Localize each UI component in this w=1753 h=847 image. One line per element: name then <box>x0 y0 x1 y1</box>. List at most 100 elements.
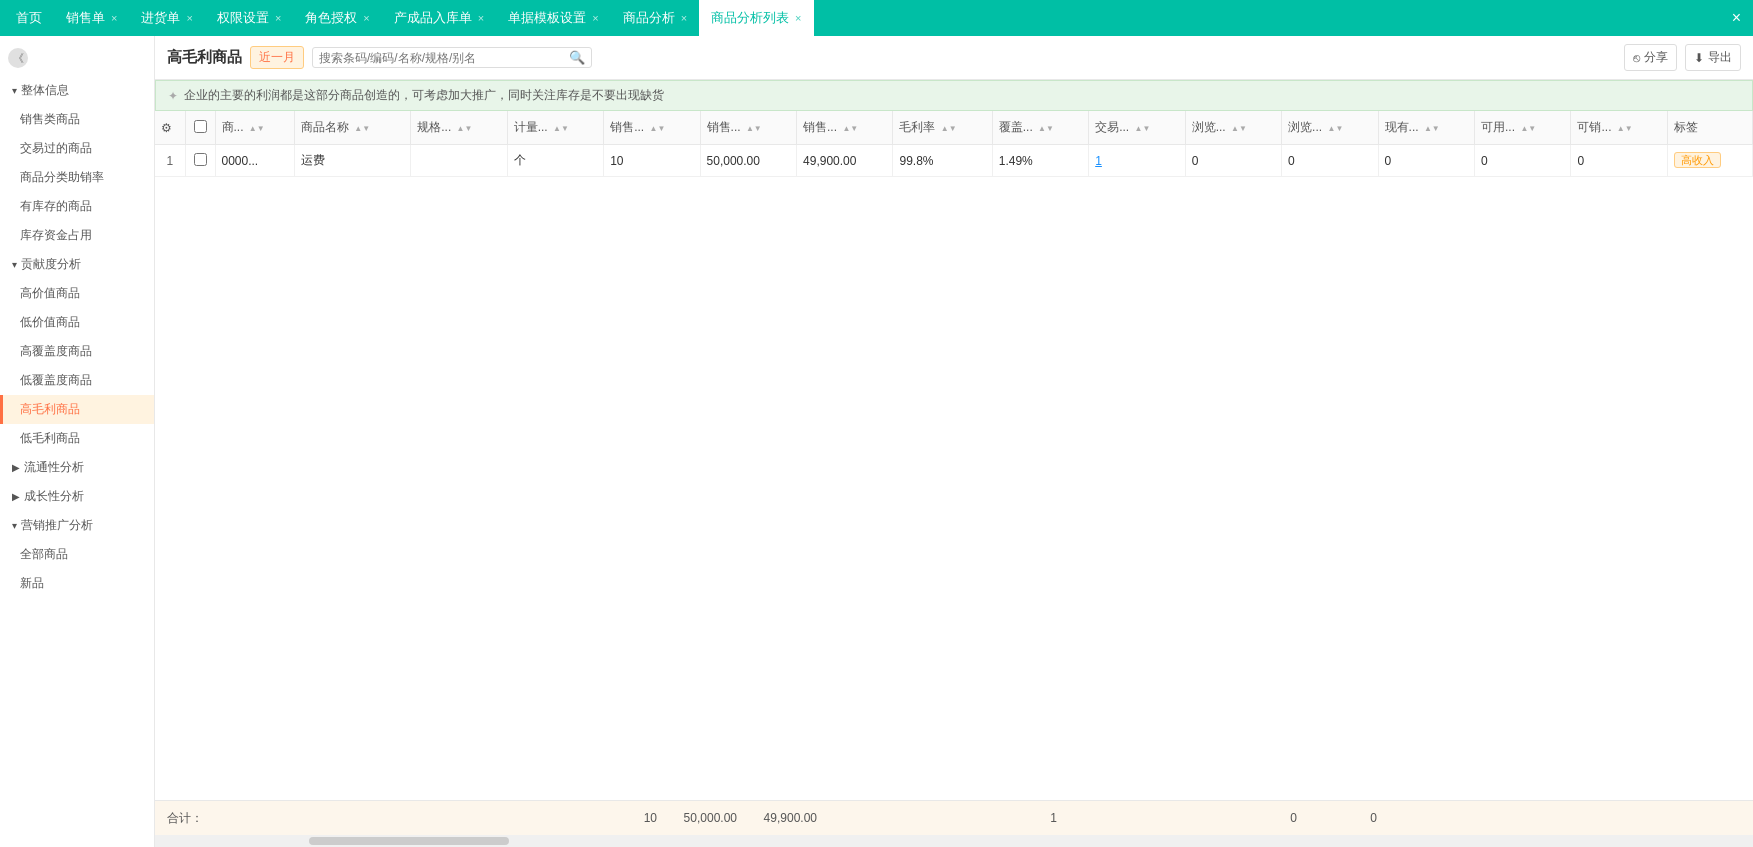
row-checkbox[interactable] <box>194 153 207 166</box>
col-trade[interactable]: 交易... ▲▼ <box>1089 111 1185 145</box>
col-sales-cost[interactable]: 销售... ▲▼ <box>797 111 893 145</box>
footer-totals-bar: 合计： 10 50,000.00 49,900.00 1 0 0 <box>155 800 1753 835</box>
sidebar-item-high-margin[interactable]: 高毛利商品 <box>0 395 154 424</box>
sidebar-item-sales-goods[interactable]: 销售类商品 <box>0 105 154 134</box>
col-gross-rate[interactable]: 毛利率 ▲▼ <box>893 111 992 145</box>
sidebar-collapse-button[interactable]: 《 <box>8 48 28 68</box>
row-code: 0000... <box>215 145 294 177</box>
col-view2[interactable]: 浏览... ▲▼ <box>1282 111 1378 145</box>
sidebar-group-contribution[interactable]: ▾ 贡献度分析 <box>0 250 154 279</box>
row-view2: 0 <box>1282 145 1378 177</box>
col-settings[interactable]: ⚙ <box>155 111 185 145</box>
chevron-right-icon-2: ▶ <box>12 491 20 502</box>
sidebar-item-stocked-goods[interactable]: 有库存的商品 <box>0 192 154 221</box>
tab-product-analysis[interactable]: 商品分析 × <box>611 0 699 36</box>
export-button[interactable]: ⬇ 导出 <box>1685 44 1741 71</box>
tag-badge: 高收入 <box>1674 152 1721 168</box>
window-close-button[interactable]: × <box>1724 9 1749 27</box>
close-tab-template[interactable]: × <box>592 12 598 24</box>
footer-view2 <box>1145 807 1225 829</box>
col-name[interactable]: 商品名称 ▲▼ <box>294 111 410 145</box>
close-tab-purchase-order[interactable]: × <box>186 12 192 24</box>
search-input[interactable] <box>319 51 569 65</box>
sort-icon-stock-avail: ▲▼ <box>1520 125 1536 133</box>
footer-sales-amount: 50,000.00 <box>665 807 745 829</box>
footer-trade: 1 <box>985 807 1065 829</box>
col-coverage[interactable]: 覆盖... ▲▼ <box>992 111 1088 145</box>
tab-product-analysis-list[interactable]: 商品分析列表 × <box>699 0 813 36</box>
col-stock-sale[interactable]: 可销... ▲▼ <box>1571 111 1667 145</box>
chevron-down-icon-2: ▾ <box>12 259 17 270</box>
sort-icon-name: ▲▼ <box>354 125 370 133</box>
sidebar-item-new-goods[interactable]: 新品 <box>0 569 154 598</box>
col-checkbox-header[interactable] <box>185 111 215 145</box>
filter-period-button[interactable]: 近一月 <box>250 46 304 69</box>
row-spec <box>411 145 507 177</box>
row-tag: 高收入 <box>1667 145 1752 177</box>
row-gross-rate: 99.8% <box>893 145 992 177</box>
col-unit[interactable]: 计量... ▲▼ <box>507 111 603 145</box>
sidebar-item-traded-goods[interactable]: 交易过的商品 <box>0 134 154 163</box>
tab-purchase-order[interactable]: 进货单 × <box>129 0 204 36</box>
sort-icon-sales-cost: ▲▼ <box>842 125 858 133</box>
sidebar-item-high-coverage[interactable]: 高覆盖度商品 <box>0 337 154 366</box>
sort-icon-stock-sale: ▲▼ <box>1617 125 1633 133</box>
tab-sales-order[interactable]: 销售单 × <box>54 0 129 36</box>
sidebar-group-growth[interactable]: ▶ 成长性分析 <box>0 482 154 511</box>
sidebar-group-circulation[interactable]: ▶ 流通性分析 <box>0 453 154 482</box>
close-tab-analysis[interactable]: × <box>681 12 687 24</box>
col-sales-amount[interactable]: 销售... ▲▼ <box>700 111 796 145</box>
row-coverage: 1.49% <box>992 145 1088 177</box>
share-button[interactable]: ⎋ 分享 <box>1624 44 1677 71</box>
sort-icon-trade: ▲▼ <box>1135 125 1151 133</box>
tab-template-settings[interactable]: 单据模板设置 × <box>496 0 610 36</box>
table-row: 1 0000... 运费 个 10 50,000.00 49,900.00 99… <box>155 145 1753 177</box>
close-tab-analysis-list[interactable]: × <box>795 12 801 24</box>
sidebar-group-marketing[interactable]: ▾ 营销推广分析 <box>0 511 154 540</box>
sidebar-item-low-coverage[interactable]: 低覆盖度商品 <box>0 366 154 395</box>
select-all-checkbox[interactable] <box>194 120 207 133</box>
info-icon: ✦ <box>168 89 178 103</box>
close-tab-sales-order[interactable]: × <box>111 12 117 24</box>
close-tab-permission[interactable]: × <box>275 12 281 24</box>
close-tab-role-auth[interactable]: × <box>363 12 369 24</box>
export-icon: ⬇ <box>1694 51 1704 65</box>
col-code[interactable]: 商... ▲▼ <box>215 111 294 145</box>
sort-icon-spec: ▲▼ <box>457 125 473 133</box>
sidebar-item-stock-capital[interactable]: 库存资金占用 <box>0 221 154 250</box>
sort-icon-view2: ▲▼ <box>1327 125 1343 133</box>
chevron-down-icon: ▾ <box>12 85 17 96</box>
sort-icon-code: ▲▼ <box>249 125 265 133</box>
footer-label: 合计： <box>167 810 203 827</box>
sort-icon-unit: ▲▼ <box>553 125 569 133</box>
col-stock-current[interactable]: 现有... ▲▼ <box>1378 111 1474 145</box>
row-num: 1 <box>155 145 185 177</box>
sidebar-item-low-value[interactable]: 低价值商品 <box>0 308 154 337</box>
col-sales-count[interactable]: 销售... ▲▼ <box>604 111 700 145</box>
share-icon: ⎋ <box>1633 51 1640 65</box>
tab-home[interactable]: 首页 <box>4 0 54 36</box>
product-table: ⚙ 商... ▲▼ 商品名称 ▲▼ 规格... ▲▼ <box>155 111 1753 177</box>
col-spec[interactable]: 规格... ▲▼ <box>411 111 507 145</box>
row-stock-avail: 0 <box>1475 145 1571 177</box>
chevron-right-icon: ▶ <box>12 462 20 473</box>
tab-role-auth[interactable]: 角色授权 × <box>293 0 381 36</box>
search-icon[interactable]: 🔍 <box>569 50 585 65</box>
sidebar-item-category-rate[interactable]: 商品分类助销率 <box>0 163 154 192</box>
close-tab-product-storage[interactable]: × <box>478 12 484 24</box>
sidebar-item-high-value[interactable]: 高价值商品 <box>0 279 154 308</box>
row-stock-current: 0 <box>1378 145 1474 177</box>
sort-icon-gross-rate: ▲▼ <box>941 125 957 133</box>
sidebar-item-low-margin[interactable]: 低毛利商品 <box>0 424 154 453</box>
data-table-container: ⚙ 商... ▲▼ 商品名称 ▲▼ 规格... ▲▼ <box>155 111 1753 800</box>
col-stock-avail[interactable]: 可用... ▲▼ <box>1475 111 1571 145</box>
row-checkbox-cell[interactable] <box>185 145 215 177</box>
sidebar-group-overall[interactable]: ▾ 整体信息 <box>0 76 154 105</box>
sidebar-item-all-goods[interactable]: 全部商品 <box>0 540 154 569</box>
tab-permission-settings[interactable]: 权限设置 × <box>205 0 293 36</box>
row-trade[interactable]: 1 <box>1089 145 1185 177</box>
tab-product-storage[interactable]: 产成品入库单 × <box>382 0 496 36</box>
scrollbar-thumb[interactable] <box>309 837 509 845</box>
col-view1[interactable]: 浏览... ▲▼ <box>1185 111 1281 145</box>
horizontal-scrollbar[interactable] <box>155 835 1753 847</box>
